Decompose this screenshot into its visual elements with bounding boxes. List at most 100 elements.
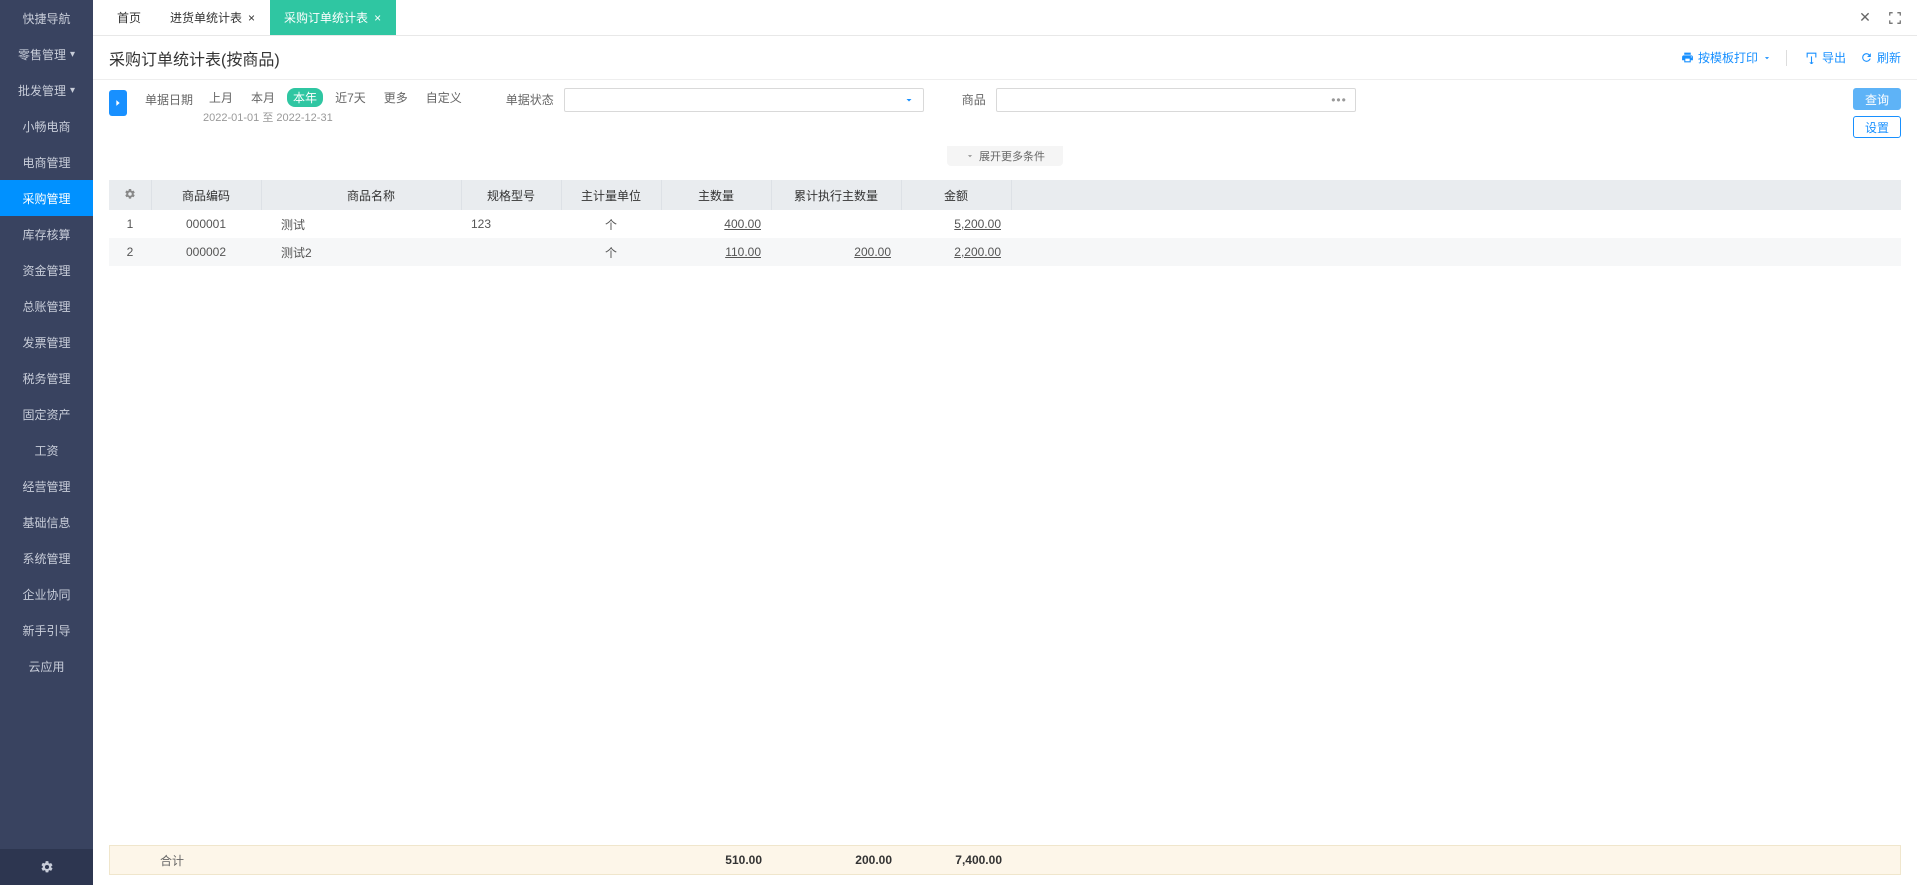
th-amt[interactable]: 金额 bbox=[901, 180, 1011, 210]
tab-2[interactable]: 采购订单统计表 × bbox=[270, 0, 396, 35]
cell-qty[interactable]: 400.00 bbox=[661, 210, 771, 238]
refresh-button[interactable]: 刷新 bbox=[1860, 49, 1901, 66]
close-icon[interactable]: × bbox=[248, 11, 255, 25]
sidebar-item-3[interactable]: 小畅电商 bbox=[0, 108, 93, 144]
sidebar-item-8[interactable]: 总账管理 bbox=[0, 288, 93, 324]
refresh-label: 刷新 bbox=[1877, 49, 1901, 66]
date-option-3[interactable]: 近7天 bbox=[329, 88, 372, 107]
sidebar-item-13[interactable]: 经营管理 bbox=[0, 468, 93, 504]
cell-amt[interactable]: 5,200.00 bbox=[901, 210, 1011, 238]
cell-spec bbox=[461, 238, 561, 266]
tab-label: 进货单统计表 bbox=[170, 9, 242, 26]
sidebar-item-12[interactable]: 工资 bbox=[0, 432, 93, 468]
th-unit[interactable]: 主计量单位 bbox=[561, 180, 661, 210]
total-qty: 510.00 bbox=[662, 853, 772, 867]
fullscreen-button[interactable] bbox=[1885, 8, 1905, 28]
tab-0[interactable]: 首页 bbox=[103, 0, 156, 35]
cell-spec: 123 bbox=[461, 210, 561, 238]
close-icon[interactable]: × bbox=[374, 11, 381, 25]
export-button[interactable]: 导出 bbox=[1786, 49, 1846, 66]
table-row[interactable]: 2000002测试2个110.00200.002,200.00 bbox=[109, 238, 1901, 266]
date-option-2[interactable]: 本年 bbox=[287, 88, 323, 107]
filter-date: 单据日期 上月本月本年近7天更多自定义 2022-01-01 至 2022-12… bbox=[145, 88, 468, 125]
sidebar-item-16[interactable]: 企业协同 bbox=[0, 576, 93, 612]
sidebar-item-label: 经营管理 bbox=[22, 478, 70, 495]
main-content: 首页进货单统计表×采购订单统计表× ✕ 采购订单统计表(按商品) 按模板打印 导 bbox=[93, 0, 1917, 885]
sidebar-item-6[interactable]: 库存核算 bbox=[0, 216, 93, 252]
total-amt: 7,400.00 bbox=[902, 853, 1012, 867]
filter-product-label: 商品 bbox=[962, 88, 986, 108]
cell-exec[interactable]: 200.00 bbox=[771, 238, 901, 266]
cell-spacer bbox=[1011, 238, 1901, 266]
filter-status-label: 单据状态 bbox=[506, 88, 554, 108]
status-select[interactable] bbox=[564, 88, 924, 112]
sidebar-item-15[interactable]: 系统管理 bbox=[0, 540, 93, 576]
date-option-4[interactable]: 更多 bbox=[378, 88, 414, 107]
sidebar-item-label: 采购管理 bbox=[22, 190, 70, 207]
th-code[interactable]: 商品编码 bbox=[151, 180, 261, 210]
product-input[interactable]: ••• bbox=[996, 88, 1356, 112]
caret-down-icon: ▾ bbox=[70, 49, 75, 60]
tab-label: 采购订单统计表 bbox=[284, 9, 368, 26]
tab-close-all-button[interactable]: ✕ bbox=[1855, 8, 1875, 28]
sidebar-item-9[interactable]: 发票管理 bbox=[0, 324, 93, 360]
cell-idx: 2 bbox=[109, 238, 151, 266]
cell-name: 测试 bbox=[261, 210, 461, 238]
table-row[interactable]: 1000001测试123个400.005,200.00 bbox=[109, 210, 1901, 238]
tab-label: 首页 bbox=[117, 9, 141, 26]
sidebar-item-17[interactable]: 新手引导 bbox=[0, 612, 93, 648]
table-header-row: 商品编码 商品名称 规格型号 主计量单位 主数量 累计执行主数量 金额 bbox=[109, 180, 1901, 210]
export-label: 导出 bbox=[1822, 49, 1846, 66]
sidebar-item-18[interactable]: 云应用 bbox=[0, 648, 93, 684]
cell-code: 000002 bbox=[151, 238, 261, 266]
sidebar-item-11[interactable]: 固定资产 bbox=[0, 396, 93, 432]
cell-exec[interactable] bbox=[771, 210, 901, 238]
settings-button[interactable]: 设置 bbox=[1853, 116, 1901, 138]
search-button[interactable]: 查询 bbox=[1853, 88, 1901, 110]
total-exec: 200.00 bbox=[772, 853, 902, 867]
collapse-filters-button[interactable] bbox=[109, 90, 127, 116]
sidebar-item-label: 批发管理 bbox=[18, 82, 66, 99]
sidebar-item-label: 工资 bbox=[34, 442, 58, 459]
sidebar-item-1[interactable]: 零售管理 ▾ bbox=[0, 36, 93, 72]
sidebar-settings-button[interactable] bbox=[0, 849, 93, 885]
sidebar-item-10[interactable]: 税务管理 bbox=[0, 360, 93, 396]
sidebar-item-2[interactable]: 批发管理▾ bbox=[0, 72, 93, 108]
print-template-button[interactable]: 按模板打印 bbox=[1681, 49, 1772, 66]
sidebar-item-5[interactable]: 采购管理 bbox=[0, 180, 93, 216]
date-option-1[interactable]: 本月 bbox=[245, 88, 281, 107]
date-option-5[interactable]: 自定义 bbox=[420, 88, 468, 107]
tab-1[interactable]: 进货单统计表 × bbox=[156, 0, 270, 35]
sidebar-item-label: 零售管理 bbox=[18, 46, 66, 63]
print-label: 按模板打印 bbox=[1698, 49, 1758, 66]
sidebar-item-4[interactable]: 电商管理 bbox=[0, 144, 93, 180]
total-label: 合计 bbox=[110, 852, 262, 869]
sidebar-item-label: 电商管理 bbox=[22, 154, 70, 171]
sidebar-item-0[interactable]: 快捷导航 bbox=[0, 0, 93, 36]
column-settings-button[interactable] bbox=[109, 180, 151, 210]
filter-product: 商品 ••• bbox=[962, 88, 1356, 112]
sidebar-item-label: 基础信息 bbox=[22, 514, 70, 531]
cell-unit: 个 bbox=[561, 210, 661, 238]
sidebar: 快捷导航零售管理 ▾ 批发管理▾ 小畅电商电商管理采购管理库存核算资金管理总账管理发票… bbox=[0, 0, 93, 885]
chevron-down-icon bbox=[903, 94, 915, 106]
th-qty[interactable]: 主数量 bbox=[661, 180, 771, 210]
cell-amt[interactable]: 2,200.00 bbox=[901, 238, 1011, 266]
th-exec[interactable]: 累计执行主数量 bbox=[771, 180, 901, 210]
th-spec[interactable]: 规格型号 bbox=[461, 180, 561, 210]
date-option-0[interactable]: 上月 bbox=[203, 88, 239, 107]
more-icon: ••• bbox=[1331, 93, 1347, 107]
sidebar-item-7[interactable]: 资金管理 bbox=[0, 252, 93, 288]
gear-icon bbox=[40, 860, 54, 874]
cell-name: 测试2 bbox=[261, 238, 461, 266]
th-name[interactable]: 商品名称 bbox=[261, 180, 461, 210]
sidebar-item-label: 库存核算 bbox=[22, 226, 70, 243]
expand-filters-button[interactable]: 展开更多条件 bbox=[947, 146, 1063, 166]
refresh-icon bbox=[1860, 51, 1873, 64]
chevron-down-icon bbox=[1762, 53, 1772, 63]
sidebar-item-14[interactable]: 基础信息 bbox=[0, 504, 93, 540]
cell-qty[interactable]: 110.00 bbox=[661, 238, 771, 266]
filter-bar: 单据日期 上月本月本年近7天更多自定义 2022-01-01 至 2022-12… bbox=[93, 80, 1917, 146]
sidebar-item-label: 小畅电商 bbox=[22, 118, 70, 135]
sidebar-item-label: 固定资产 bbox=[22, 406, 70, 423]
